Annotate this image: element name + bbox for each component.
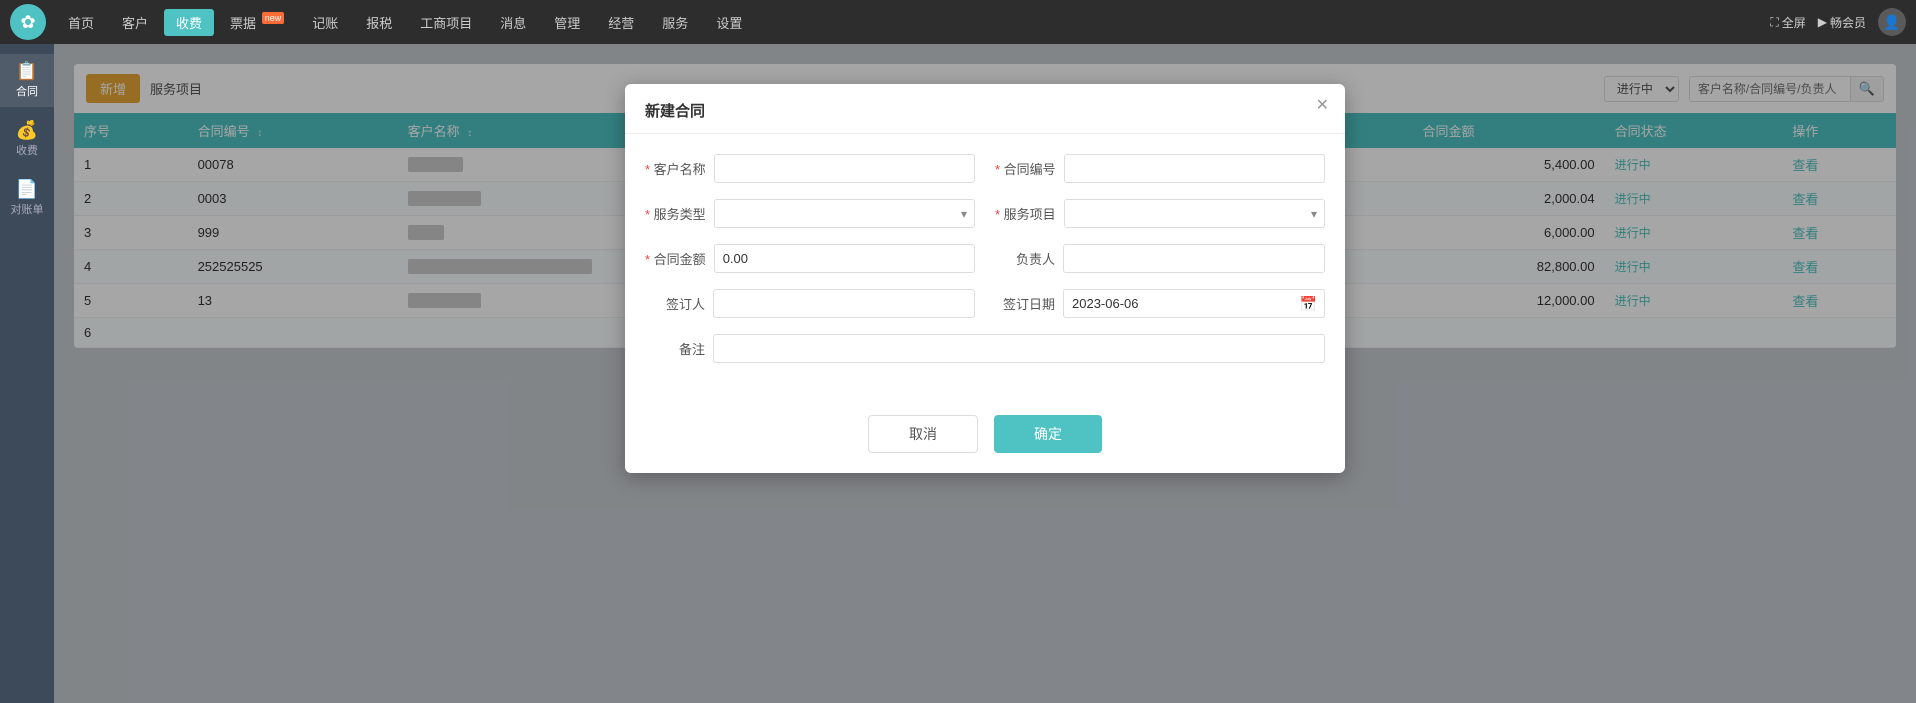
field-sign-date: 签订日期 📅 [995, 289, 1325, 318]
nav-item-message[interactable]: 消息 [488, 9, 538, 36]
nav-item-billing[interactable]: 收费 [164, 9, 214, 36]
fullscreen-button[interactable]: ⛶ 全屏 [1770, 14, 1805, 31]
customer-name-label: 客户名称 [645, 159, 706, 178]
form-row-1: 客户名称 合同编号 [645, 154, 1325, 183]
responsible-person-input[interactable] [1063, 244, 1325, 273]
modal-overlay: 新建合同 ✕ 客户名称 合同编号 [54, 44, 1916, 703]
field-responsible-person: 负责人 [995, 244, 1325, 273]
service-type-label: 服务类型 [645, 204, 706, 223]
service-item-select[interactable] [1064, 199, 1325, 228]
billing-icon: 💰 [16, 121, 38, 139]
left-sidebar: 📋 合同 💰 收费 📄 对账单 [0, 44, 54, 703]
sign-date-input[interactable] [1063, 289, 1325, 318]
content-area: 新增 服务项目 进行中 已完成 已终止 🔍 序号 合同编号 ↕ [54, 44, 1916, 703]
field-contract-amount: 合同金额 [645, 244, 975, 273]
field-signer: 签订人 [645, 289, 975, 318]
logo[interactable]: ✿ [10, 4, 46, 40]
user-icon: 👤 [1883, 14, 1900, 31]
sidebar-item-statement-label: 对账单 [11, 201, 44, 217]
sidebar-item-billing-label: 收费 [16, 142, 38, 158]
field-contract-no: 合同编号 [995, 154, 1325, 183]
contract-amount-label: 合同金额 [645, 249, 706, 268]
form-row-2: 服务类型 服务项目 [645, 199, 1325, 228]
nav-item-service[interactable]: 服务 [650, 9, 700, 36]
modal-footer: 取消 确定 [625, 399, 1345, 473]
field-customer-name: 客户名称 [645, 154, 975, 183]
field-remarks: 备注 [645, 334, 1325, 363]
nav-item-accounting[interactable]: 记账 [300, 9, 350, 36]
form-row-4: 签订人 签订日期 📅 [645, 289, 1325, 318]
logo-icon: ✿ [20, 12, 35, 33]
nav-item-settings[interactable]: 设置 [704, 9, 754, 36]
nav-item-tax[interactable]: 报税 [354, 9, 404, 36]
sidebar-item-billing[interactable]: 💰 收费 [0, 113, 54, 166]
service-item-label: 服务项目 [995, 204, 1056, 223]
nav-items: 首页 客户 收费 票据 new 记账 报税 工商项目 消息 管理 经营 服务 设… [56, 9, 1770, 36]
avatar[interactable]: 👤 [1878, 8, 1906, 36]
confirm-button[interactable]: 确定 [994, 415, 1102, 453]
contract-amount-input[interactable] [714, 244, 975, 273]
statement-icon: 📄 [16, 180, 38, 198]
new-badge: new [262, 12, 285, 24]
service-item-select-wrapper [1064, 199, 1325, 228]
sign-date-wrapper: 📅 [1063, 289, 1325, 318]
remarks-label: 备注 [645, 339, 705, 358]
modal-close-button[interactable]: ✕ [1316, 98, 1329, 114]
top-navigation: ✿ 首页 客户 收费 票据 new 记账 报税 工商项目 消息 管理 经营 服务… [0, 0, 1916, 44]
calendar-icon[interactable]: 📅 [1300, 295, 1317, 312]
main-layout: 📋 合同 💰 收费 📄 对账单 新增 服务项目 进行中 已完成 已终止 [0, 44, 1916, 703]
nav-item-management[interactable]: 管理 [542, 9, 592, 36]
cancel-button[interactable]: 取消 [868, 415, 978, 453]
form-row-5: 备注 [645, 334, 1325, 363]
signer-input[interactable] [713, 289, 975, 318]
nav-item-home[interactable]: 首页 [56, 9, 106, 36]
signer-label: 签订人 [645, 294, 705, 313]
nav-item-business[interactable]: 工商项目 [408, 9, 484, 36]
sidebar-item-statement[interactable]: 📄 对账单 [0, 172, 54, 225]
form-row-3: 合同金额 负责人 [645, 244, 1325, 273]
field-service-item: 服务项目 [995, 199, 1325, 228]
sidebar-item-contract[interactable]: 📋 合同 [0, 54, 54, 107]
field-service-type: 服务类型 [645, 199, 975, 228]
sidebar-item-contract-label: 合同 [16, 83, 38, 99]
nav-item-customer[interactable]: 客户 [110, 9, 160, 36]
modal-body: 客户名称 合同编号 服务类型 [625, 134, 1345, 399]
new-contract-modal: 新建合同 ✕ 客户名称 合同编号 [625, 84, 1345, 473]
customer-name-input[interactable] [714, 154, 975, 183]
remarks-input[interactable] [713, 334, 1325, 363]
contract-icon: 📋 [16, 62, 38, 80]
contract-no-input[interactable] [1064, 154, 1325, 183]
contract-no-label: 合同编号 [995, 159, 1056, 178]
nav-item-operation[interactable]: 经营 [596, 9, 646, 36]
service-type-select[interactable] [714, 199, 975, 228]
nav-right: ⛶ 全屏 ▶ 畅会员 👤 [1770, 8, 1906, 36]
modal-title: 新建合同 [625, 84, 1345, 134]
fullscreen-icon: ⛶ [1770, 15, 1778, 30]
responsible-person-label: 负责人 [995, 249, 1055, 268]
sign-date-label: 签订日期 [995, 294, 1055, 313]
nav-item-invoice[interactable]: 票据 new [218, 9, 296, 36]
member-button[interactable]: ▶ 畅会员 [1818, 14, 1866, 31]
member-icon: ▶ [1818, 15, 1827, 29]
service-type-select-wrapper [714, 199, 975, 228]
